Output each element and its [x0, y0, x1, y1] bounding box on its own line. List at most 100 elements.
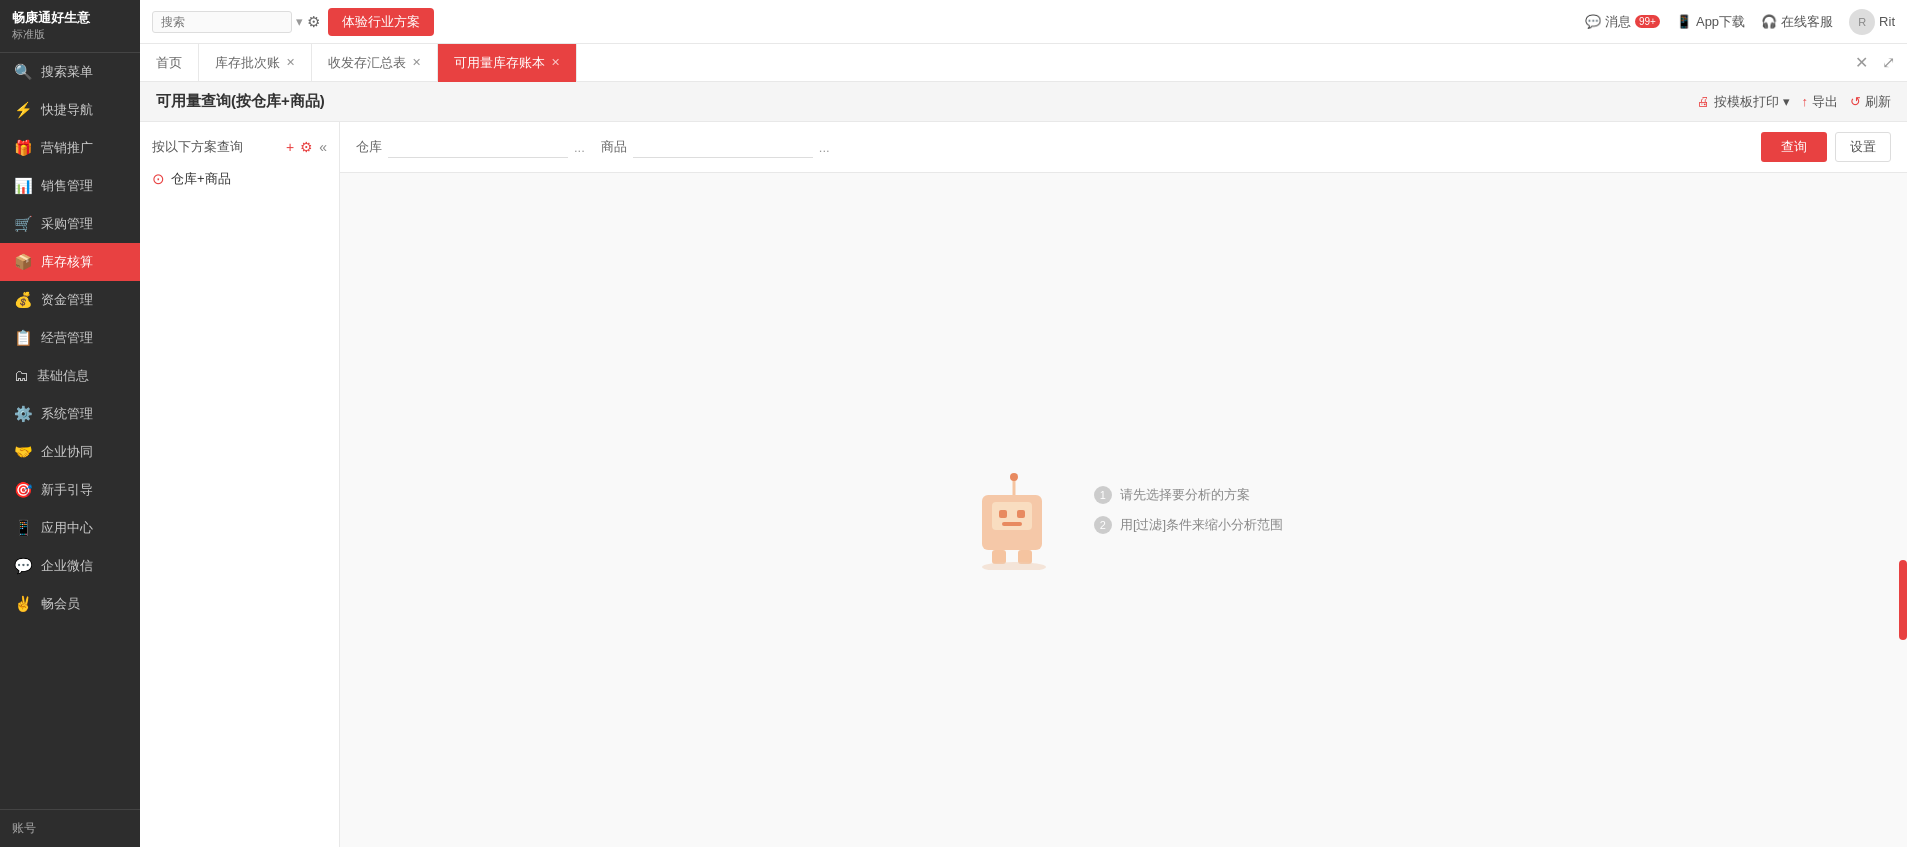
sidebar-item-label-newbie: 新手引导	[41, 481, 93, 499]
warehouse-field: 仓库 ...	[356, 136, 585, 158]
filter-add-icon[interactable]: +	[286, 139, 294, 155]
svg-rect-3	[1017, 510, 1025, 518]
topbar-search-wrap: ▾ ⚙	[152, 11, 320, 33]
avatar: R	[1849, 9, 1875, 35]
refresh-label: 刷新	[1865, 93, 1891, 111]
inventory-icon: 📦	[14, 253, 33, 271]
filter-item-warehouse-goods[interactable]: ⊙ 仓库+商品	[140, 162, 339, 196]
page-header: 可用量查询(按仓库+商品) 🖨 按模板打印 ▾ ↑ 导出 ↺ 刷新	[140, 82, 1907, 122]
empty-state: 1 请先选择要分析的方案 2 用[过滤]条件来缩小分析范围	[340, 173, 1907, 847]
setting-button[interactable]: 设置	[1835, 132, 1891, 162]
app-download-label: App下载	[1696, 13, 1745, 31]
export-icon: ↑	[1802, 94, 1809, 109]
sidebar-item-label-inventory: 库存核算	[41, 253, 93, 271]
message-label: 消息	[1605, 13, 1631, 31]
finance-icon: 💰	[14, 291, 33, 309]
online-service-button[interactable]: 🎧 在线客服	[1761, 13, 1833, 31]
empty-illustration	[964, 460, 1064, 560]
sidebar-item-label-enterprise: 企业协同	[41, 443, 93, 461]
trial-industry-button[interactable]: 体验行业方案	[328, 8, 434, 36]
sidebar-item-purchase[interactable]: 🛒 采购管理	[0, 205, 140, 243]
purchase-icon: 🛒	[14, 215, 33, 233]
page-header-actions: 🖨 按模板打印 ▾ ↑ 导出 ↺ 刷新	[1697, 93, 1892, 111]
tabs-bar: 首页 库存批次账 ✕ 收发存汇总表 ✕ 可用量库存账本 ✕ ✕ ⤢	[140, 44, 1907, 82]
sidebar-item-marketing[interactable]: 🎁 营销推广	[0, 129, 140, 167]
page-title: 可用量查询(按仓库+商品)	[156, 92, 325, 111]
sidebar-item-shortcut[interactable]: ⚡ 快捷导航	[0, 91, 140, 129]
sidebar-item-member[interactable]: ✌ 畅会员	[0, 585, 140, 623]
filter-collapse-icon[interactable]: «	[319, 139, 327, 155]
filter-panel-actions: + ⚙ «	[286, 139, 327, 155]
hint-2-label: 用[过滤]条件来缩小分析范围	[1120, 516, 1283, 534]
filter-settings-icon[interactable]: ⚙	[300, 139, 313, 155]
goods-input[interactable]	[633, 136, 813, 158]
export-button[interactable]: ↑ 导出	[1802, 93, 1839, 111]
tab-available-ledger[interactable]: 可用量库存账本 ✕	[438, 44, 577, 82]
tab-home[interactable]: 首页	[140, 44, 199, 82]
goods-more-icon[interactable]: ...	[819, 140, 830, 155]
sidebar-item-appcenter[interactable]: 📱 应用中心	[0, 509, 140, 547]
empty-text: 1 请先选择要分析的方案 2 用[过滤]条件来缩小分析范围	[1094, 486, 1283, 534]
sidebar-item-base[interactable]: 🗂 基础信息	[0, 357, 140, 395]
sidebar-bottom: 账号	[0, 809, 140, 847]
app-name: 畅康通好生意	[12, 10, 128, 27]
query-button[interactable]: 查询	[1761, 132, 1827, 162]
sidebar-item-label-shortcut: 快捷导航	[41, 101, 93, 119]
print-icon: 🖨	[1697, 94, 1710, 109]
sidebar-item-label-appcenter: 应用中心	[41, 519, 93, 537]
filter-panel-title: 按以下方案查询	[152, 138, 243, 156]
sidebar-item-finance[interactable]: 💰 资金管理	[0, 281, 140, 319]
tab-batch-ledger[interactable]: 库存批次账 ✕	[199, 44, 312, 82]
tab-close-button[interactable]: ✕	[1851, 51, 1872, 74]
sales-icon: 📊	[14, 177, 33, 195]
sidebar-item-label-search: 搜索菜单	[41, 63, 93, 81]
sidebar-item-sales[interactable]: 📊 销售管理	[0, 167, 140, 205]
tab-available-ledger-label: 可用量库存账本	[454, 54, 545, 72]
goods-label: 商品	[601, 138, 627, 156]
warehouse-more-icon[interactable]: ...	[574, 140, 585, 155]
base-icon: 🗂	[14, 367, 29, 384]
tab-available-ledger-close-icon[interactable]: ✕	[551, 56, 560, 69]
sidebar-item-operation[interactable]: 📋 经营管理	[0, 319, 140, 357]
sidebar: 畅康通好生意 标准版 🔍 搜索菜单 ⚡ 快捷导航 🎁 营销推广 📊 销售管理 🛒…	[0, 0, 140, 847]
svg-rect-7	[992, 550, 1006, 564]
sidebar-item-system[interactable]: ⚙️ 系统管理	[0, 395, 140, 433]
warehouse-input[interactable]	[388, 136, 568, 158]
enterprise-icon: 🤝	[14, 443, 33, 461]
app-download-button[interactable]: 📱 App下载	[1676, 13, 1745, 31]
message-button[interactable]: 💬 消息 99+	[1585, 13, 1660, 31]
member-icon: ✌	[14, 595, 33, 613]
sidebar-item-enterprise[interactable]: 🤝 企业协同	[0, 433, 140, 471]
sidebar-item-search[interactable]: 🔍 搜索菜单	[0, 53, 140, 91]
svg-rect-2	[999, 510, 1007, 518]
headset-icon: 🎧	[1761, 14, 1777, 29]
search-gear-icon[interactable]: ⚙	[307, 13, 320, 31]
sidebar-item-newbie[interactable]: 🎯 新手引导	[0, 471, 140, 509]
refresh-button[interactable]: ↺ 刷新	[1850, 93, 1891, 111]
sidebar-item-label-purchase: 采购管理	[41, 215, 93, 233]
search-icon: 🔍	[14, 63, 33, 81]
main-area: ▾ ⚙ 体验行业方案 💬 消息 99+ 📱 App下载 🎧 在线客服 R Rit	[140, 0, 1907, 847]
goods-field: 商品 ...	[601, 136, 830, 158]
print-label: 按模板打印	[1714, 93, 1779, 111]
tab-receipt-summary-label: 收发存汇总表	[328, 54, 406, 72]
tab-batch-ledger-close-icon[interactable]: ✕	[286, 56, 295, 69]
message-badge: 99+	[1635, 15, 1660, 28]
user-profile-button[interactable]: R Rit	[1849, 9, 1895, 35]
sidebar-item-label-wechat: 企业微信	[41, 557, 93, 575]
print-template-button[interactable]: 🖨 按模板打印 ▾	[1697, 93, 1790, 111]
search-chevron-icon[interactable]: ▾	[296, 14, 303, 29]
right-scrollbar[interactable]	[1899, 560, 1907, 640]
empty-hint-2: 2 用[过滤]条件来缩小分析范围	[1094, 516, 1283, 534]
hint-1-label: 请先选择要分析的方案	[1120, 486, 1250, 504]
tab-receipt-summary-close-icon[interactable]: ✕	[412, 56, 421, 69]
sidebar-item-wechat[interactable]: 💬 企业微信	[0, 547, 140, 585]
appcenter-icon: 📱	[14, 519, 33, 537]
tab-batch-ledger-label: 库存批次账	[215, 54, 280, 72]
tab-receipt-summary[interactable]: 收发存汇总表 ✕	[312, 44, 438, 82]
search-input[interactable]	[152, 11, 292, 33]
tab-maximize-button[interactable]: ⤢	[1878, 51, 1899, 74]
topbar: ▾ ⚙ 体验行业方案 💬 消息 99+ 📱 App下载 🎧 在线客服 R Rit	[140, 0, 1907, 44]
online-service-label: 在线客服	[1781, 13, 1833, 31]
sidebar-item-inventory[interactable]: 📦 库存核算	[0, 243, 140, 281]
